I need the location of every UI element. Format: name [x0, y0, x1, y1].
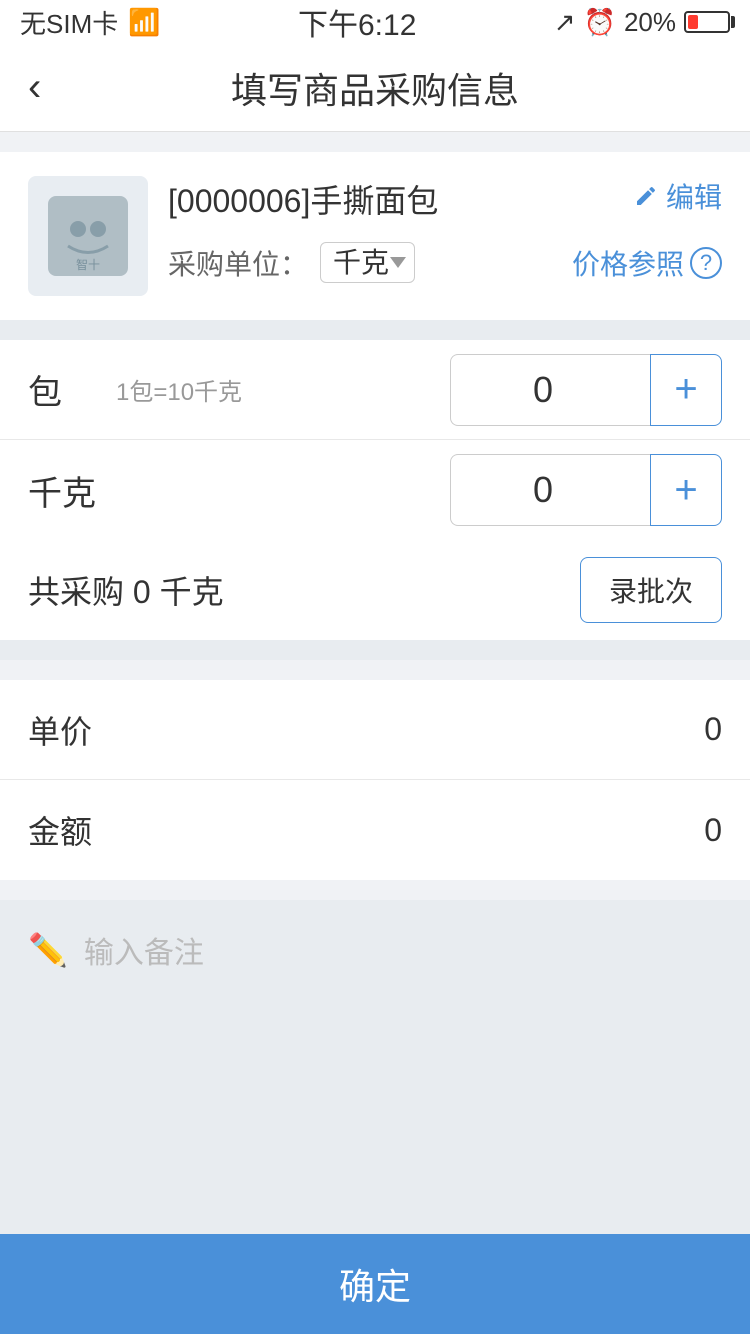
- alarm-icon: ⏰: [584, 7, 616, 38]
- product-info: [0000006]手撕面包 编辑 采购单位： 千克 价格参照 ?: [168, 176, 722, 283]
- product-unit-row: 采购单位： 千克 价格参照 ?: [168, 242, 722, 283]
- bag-plus-button[interactable]: +: [650, 354, 722, 426]
- wifi-icon: 📶: [128, 7, 160, 38]
- bag-input[interactable]: [450, 354, 650, 426]
- unit-price-row: 单价 0: [0, 680, 750, 780]
- status-left: 无SIM卡 📶: [20, 4, 161, 41]
- amount-label: 金额: [28, 807, 92, 853]
- product-card: 智十 [0000006]手撕面包 编辑 采购单位： 千克 价格参照 ?: [0, 152, 750, 320]
- status-bar: 无SIM卡 📶 下午6:12 ↗ ⏰ 20%: [0, 0, 750, 44]
- kg-label: 千克: [28, 466, 108, 515]
- kg-input-wrapper: +: [450, 454, 722, 526]
- status-time: 下午6:12: [298, 0, 416, 44]
- price-section: 单价 0 金额 0: [0, 680, 750, 880]
- kg-input-row: 千克 +: [0, 440, 750, 540]
- confirm-button[interactable]: 确定: [0, 1234, 750, 1334]
- status-right: ↗ ⏰ 20%: [554, 7, 730, 38]
- bag-input-wrapper: +: [450, 354, 722, 426]
- price-ref-button[interactable]: 价格参照 ?: [572, 243, 722, 283]
- kg-input[interactable]: [450, 454, 650, 526]
- carrier-label: 无SIM卡: [20, 4, 118, 41]
- bag-input-row: 包 1包=10千克 +: [0, 340, 750, 440]
- bag-label: 包: [28, 365, 108, 414]
- back-button[interactable]: ‹: [28, 65, 41, 110]
- nav-bar: ‹ 填写商品采购信息: [0, 44, 750, 132]
- battery-icon: [684, 11, 730, 33]
- battery-percent: 20%: [624, 7, 676, 38]
- unit-label: 采购单位：: [168, 243, 308, 283]
- location-icon: ↗: [554, 7, 576, 38]
- total-text: 共采购 0 千克: [28, 567, 224, 613]
- product-name: [0000006]手撕面包: [168, 176, 438, 222]
- pencil-icon: ✏️: [28, 931, 68, 969]
- bag-sublabel: 1包=10千克: [116, 372, 450, 407]
- total-section: 共采购 0 千克 录批次: [0, 540, 750, 640]
- section-divider-2: [0, 640, 750, 660]
- section-divider-1: [0, 320, 750, 340]
- unit-price-value: 0: [704, 711, 722, 748]
- edit-button[interactable]: 编辑: [634, 176, 722, 216]
- amount-row: 金额 0: [0, 780, 750, 880]
- note-section[interactable]: ✏️ 输入备注: [0, 900, 750, 1000]
- amount-value: 0: [704, 812, 722, 849]
- svg-text:智十: 智十: [76, 257, 100, 271]
- product-logo: 智十: [48, 196, 128, 276]
- kg-plus-button[interactable]: +: [650, 454, 722, 526]
- product-image: 智十: [28, 176, 148, 296]
- unit-select[interactable]: 千克: [320, 242, 415, 283]
- page-title: 填写商品采购信息: [231, 62, 519, 114]
- note-placeholder: 输入备注: [84, 928, 204, 972]
- unit-price-label: 单价: [28, 707, 92, 753]
- input-section: 包 1包=10千克 + 千克 +: [0, 340, 750, 540]
- help-icon: ?: [690, 247, 722, 279]
- batch-button[interactable]: 录批次: [580, 557, 722, 623]
- product-header: [0000006]手撕面包 编辑: [168, 176, 722, 222]
